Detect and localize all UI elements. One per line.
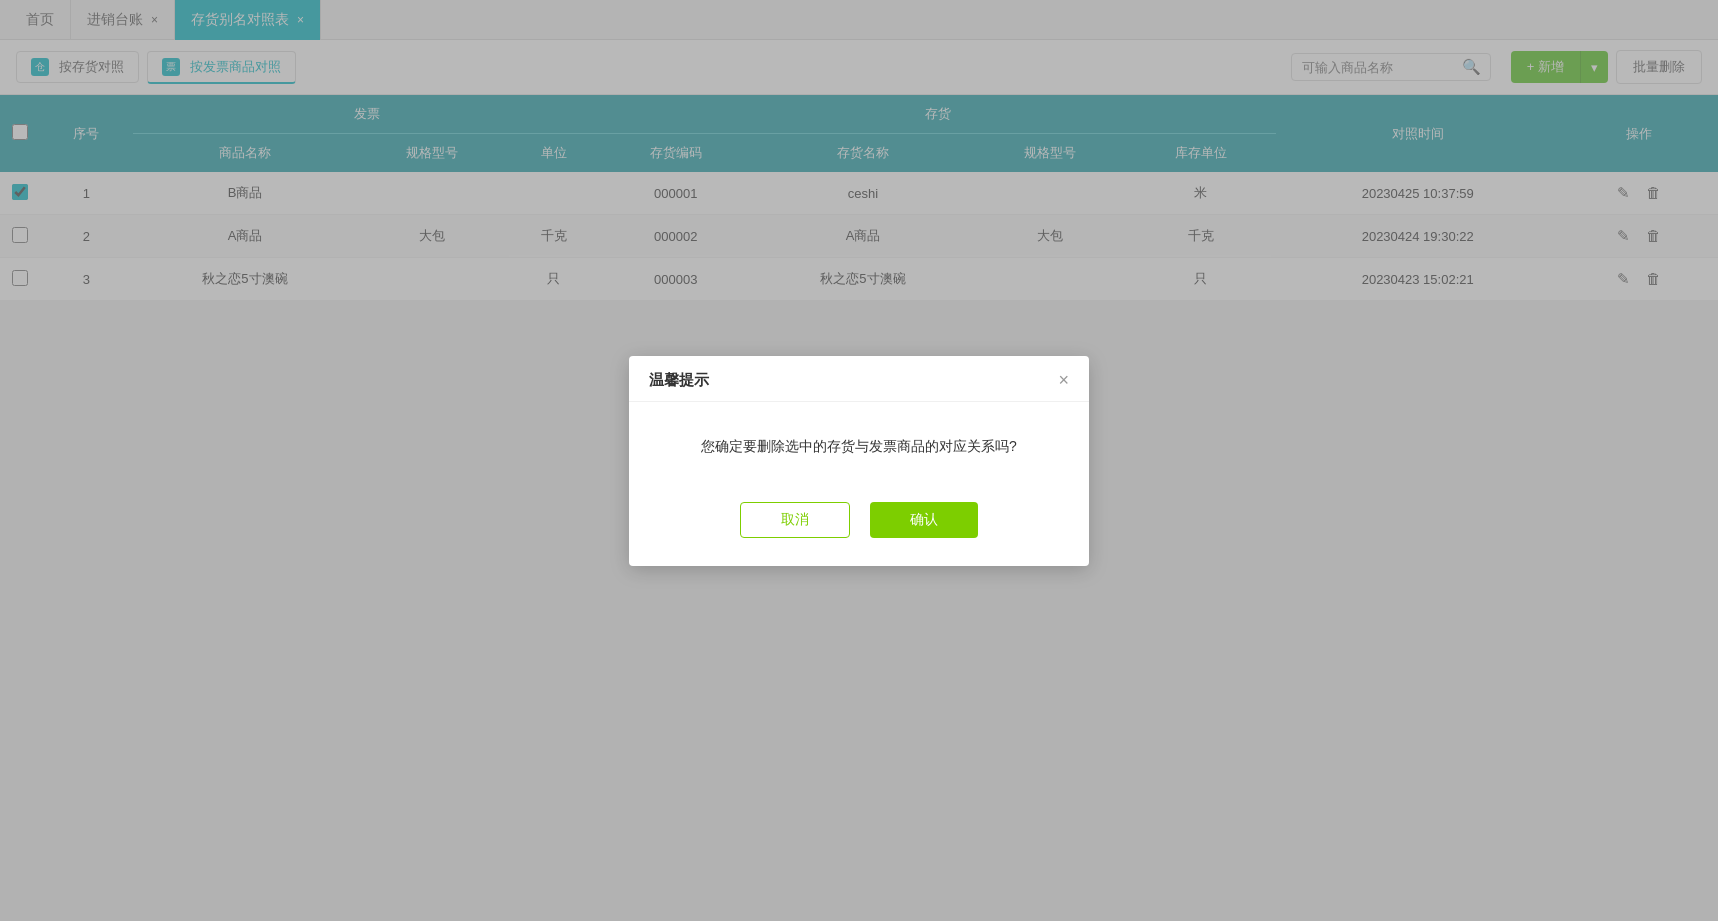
modal-overlay: 温馨提示 × 您确定要删除选中的存货与发票商品的对应关系吗? 取消 确认: [0, 0, 1718, 301]
